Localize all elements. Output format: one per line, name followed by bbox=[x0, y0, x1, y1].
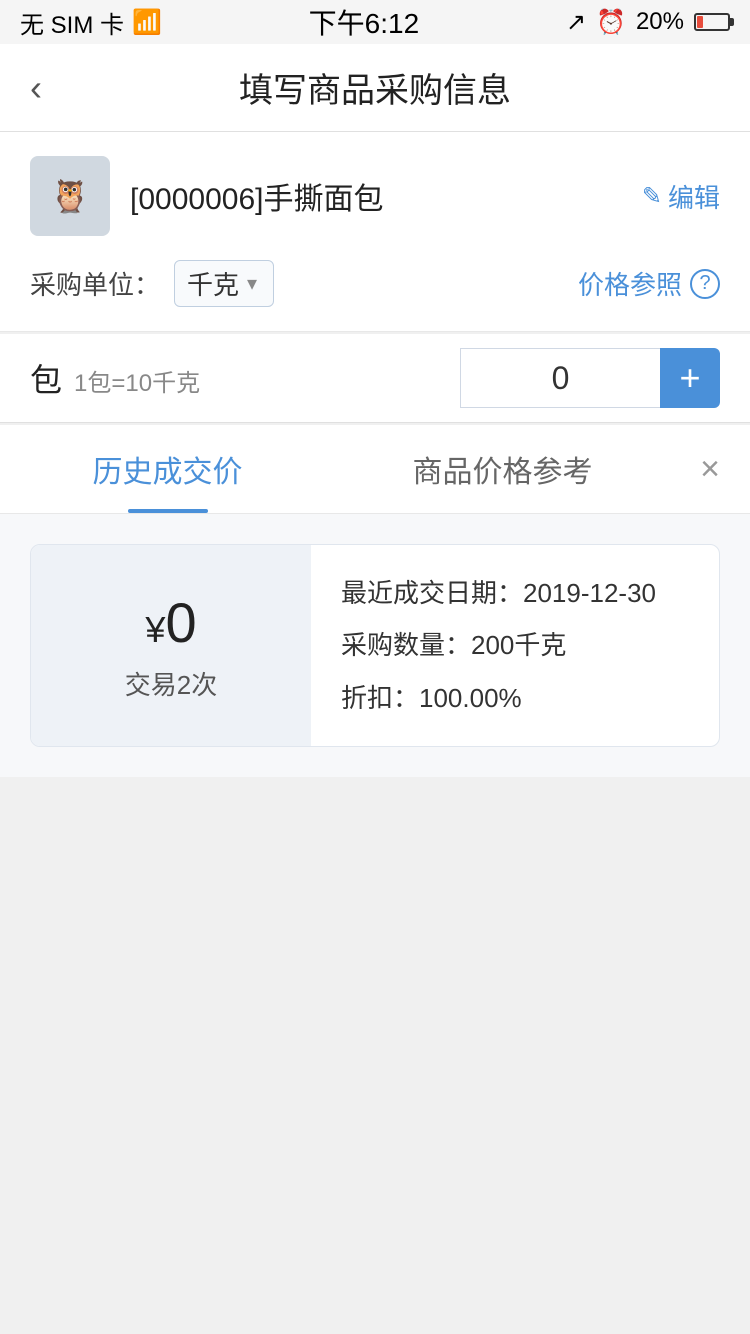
tab-history-price[interactable]: 历史成交价 bbox=[0, 425, 335, 513]
quantity-input-area: + bbox=[460, 348, 720, 408]
recent-date-row: 最近成交日期：2019-12-30 bbox=[341, 575, 689, 611]
discount-row: 折扣：100.00% bbox=[341, 680, 689, 716]
transaction-count: 交易2次 bbox=[125, 665, 217, 702]
tabs-row: 历史成交价 商品价格参考 × bbox=[0, 425, 750, 514]
price-card-container: ¥0 交易2次 最近成交日期：2019-12-30 采购数量：200千克 折扣：… bbox=[0, 514, 750, 777]
discount-value: 100.00% bbox=[419, 683, 522, 713]
tabs-section: 历史成交价 商品价格参考 × ¥0 交易2次 最近成交日期：2019-12-30… bbox=[0, 425, 750, 777]
purchase-unit-left: 采购单位： 千克 ▾ bbox=[30, 260, 274, 307]
product-owl-icon: 🦉 bbox=[50, 177, 90, 215]
quantity-section: 包 1包=10千克 + bbox=[0, 334, 750, 423]
price-number: 0 bbox=[165, 591, 196, 654]
edit-button[interactable]: ✎ 编辑 bbox=[642, 178, 720, 215]
purchase-unit-row: 采购单位： 千克 ▾ 价格参照 ? bbox=[30, 260, 720, 307]
currency-symbol: ¥ bbox=[145, 609, 165, 650]
status-bar-left: 无 SIM 卡 📶 bbox=[20, 5, 162, 40]
battery-icon bbox=[694, 13, 730, 31]
price-display: ¥0 bbox=[145, 590, 196, 655]
tab-product-price-ref-label: 商品价格参考 bbox=[413, 447, 593, 491]
product-name: [0000006]手撕面包 bbox=[130, 174, 383, 218]
purchase-qty-label: 采购数量： bbox=[341, 630, 471, 660]
tab-close-button[interactable]: × bbox=[670, 425, 750, 513]
price-card-left: ¥0 交易2次 bbox=[31, 545, 311, 746]
purchase-qty-row: 采购数量：200千克 bbox=[341, 627, 689, 663]
status-bar-time: 下午6:12 bbox=[309, 2, 420, 42]
edit-icon: ✎ bbox=[642, 182, 662, 211]
unit-value: 千克 bbox=[187, 265, 239, 302]
tab-history-price-label: 历史成交价 bbox=[93, 447, 243, 491]
status-bar: 无 SIM 卡 📶 下午6:12 ↗ ⏰ 20% bbox=[0, 0, 750, 44]
battery-percent: 20% bbox=[636, 8, 684, 36]
recent-date-label: 最近成交日期： bbox=[341, 578, 523, 608]
product-card: 🦉 [0000006]手撕面包 ✎ 编辑 采购单位： 千克 ▾ 价格参照 ? bbox=[0, 132, 750, 332]
question-mark-icon: ? bbox=[699, 272, 710, 295]
alarm-icon: ⏰ bbox=[596, 8, 626, 37]
chevron-down-icon: ▾ bbox=[247, 271, 257, 296]
recent-date-value: 2019-12-30 bbox=[523, 578, 656, 608]
price-card-right: 最近成交日期：2019-12-30 采购数量：200千克 折扣：100.00% bbox=[311, 545, 719, 746]
sim-status: 无 SIM 卡 bbox=[20, 5, 124, 40]
back-button[interactable]: ‹ bbox=[30, 67, 42, 109]
status-bar-right: ↗ ⏰ 20% bbox=[566, 8, 730, 37]
unit-select-dropdown[interactable]: 千克 ▾ bbox=[174, 260, 274, 307]
quantity-row: 包 1包=10千克 + bbox=[0, 334, 750, 422]
purchase-unit-label: 采购单位： bbox=[30, 265, 160, 302]
product-info: 🦉 [0000006]手撕面包 bbox=[30, 156, 383, 236]
quantity-unit-big: 包 bbox=[30, 355, 62, 401]
location-icon: ↗ bbox=[566, 8, 586, 37]
product-top-row: 🦉 [0000006]手撕面包 ✎ 编辑 bbox=[30, 156, 720, 236]
quantity-increment-button[interactable]: + bbox=[660, 348, 720, 408]
purchase-qty-value: 200千克 bbox=[471, 630, 566, 660]
tab-active-underline bbox=[128, 509, 208, 513]
wifi-icon: 📶 bbox=[132, 8, 162, 37]
page-header: ‹ 填写商品采购信息 bbox=[0, 44, 750, 132]
quantity-input[interactable] bbox=[460, 348, 660, 408]
tab-product-price-ref[interactable]: 商品价格参考 bbox=[335, 425, 670, 513]
discount-label: 折扣： bbox=[341, 683, 419, 713]
price-ref-help-icon: ? bbox=[690, 269, 720, 299]
edit-label: 编辑 bbox=[668, 178, 720, 215]
quantity-unit-conversion: 1包=10千克 bbox=[74, 363, 200, 398]
price-reference-button[interactable]: 价格参照 ? bbox=[578, 265, 720, 302]
price-card: ¥0 交易2次 最近成交日期：2019-12-30 采购数量：200千克 折扣：… bbox=[30, 544, 720, 747]
page-title: 填写商品采购信息 bbox=[239, 63, 511, 112]
quantity-label-area: 包 1包=10千克 bbox=[30, 355, 460, 401]
product-thumbnail: 🦉 bbox=[30, 156, 110, 236]
price-ref-label: 价格参照 bbox=[578, 265, 682, 302]
